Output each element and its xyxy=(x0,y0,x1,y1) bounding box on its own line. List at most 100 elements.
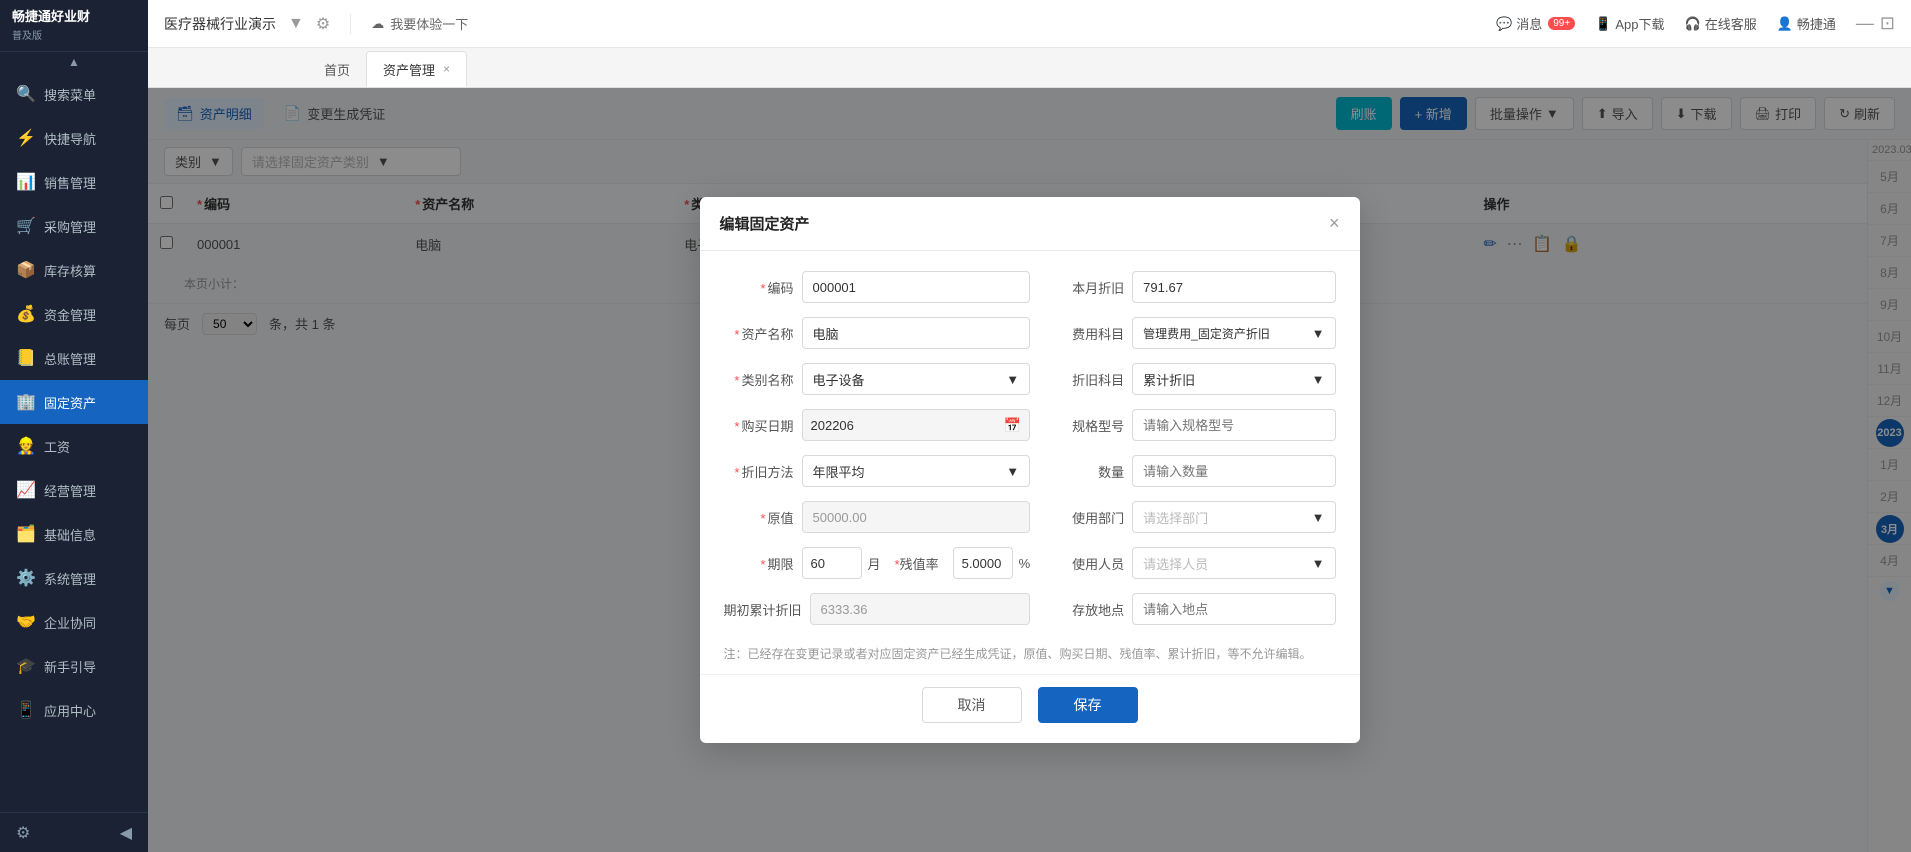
headset-icon: 🎧 xyxy=(1685,16,1701,32)
sidebar-item-quick-nav[interactable]: ⚡ 快捷导航 xyxy=(0,116,148,160)
modal-left-col: *编码 *资产名称 *类别名称 电子设备 xyxy=(724,271,1031,625)
sidebar-item-operations[interactable]: 📈 经营管理 xyxy=(0,468,148,512)
topbar-right: 💬 消息 99+ 📱 App下载 🎧 在线客服 👤 畅捷通 — ⊡ xyxy=(1496,13,1895,34)
user-label: 使用人员 xyxy=(1054,554,1124,573)
form-row-code: *编码 xyxy=(724,271,1031,303)
form-row-original-value: *原值 xyxy=(724,501,1031,533)
calendar-icon[interactable]: 📅 xyxy=(1004,417,1021,434)
code-input[interactable] xyxy=(802,271,1031,303)
window-controls: — ⊡ xyxy=(1856,13,1895,34)
sidebar-item-payroll[interactable]: 👷 工资 xyxy=(0,424,148,468)
sidebar-item-purchase[interactable]: 🛒 采购管理 xyxy=(0,204,148,248)
modal-header: 编辑固定资产 × xyxy=(700,197,1360,251)
form-row-category: *类别名称 电子设备 ▼ xyxy=(724,363,1031,395)
search-icon: 🔍 xyxy=(16,84,36,104)
purchase-date-input[interactable]: 📅 xyxy=(802,409,1031,441)
expense-subject-arrow: ▼ xyxy=(1312,326,1325,341)
name-input[interactable] xyxy=(802,317,1031,349)
company-dropdown-icon[interactable]: ▼ xyxy=(288,15,304,33)
dep-method-arrow: ▼ xyxy=(1006,464,1019,479)
dept-label: 使用部门 xyxy=(1054,508,1124,527)
purchase-icon: 🛒 xyxy=(16,216,36,236)
period-group: 月 xyxy=(802,547,881,579)
user-avatar[interactable]: 👤 畅捷通 xyxy=(1777,14,1836,33)
sidebar-item-search[interactable]: 🔍 搜索菜单 xyxy=(0,72,148,116)
form-row-location: 存放地点 xyxy=(1054,593,1335,625)
phone-icon: 📱 xyxy=(1595,16,1611,32)
dep-subject-select[interactable]: 累计折旧 ▼ xyxy=(1132,363,1335,395)
trial-btn[interactable]: ☁ 我要体验一下 xyxy=(371,14,468,33)
form-row-purchase-date: *购买日期 📅 xyxy=(724,409,1031,441)
expense-subject-select[interactable]: 管理费用_固定资产折旧 ▼ xyxy=(1132,317,1335,349)
category-select-arrow: ▼ xyxy=(1006,372,1019,387)
message-icon: 💬 xyxy=(1496,16,1512,32)
quantity-input[interactable] xyxy=(1132,455,1335,487)
sidebar-nav: 🔍 搜索菜单 ⚡ 快捷导航 📊 销售管理 🛒 采购管理 📦 库存核算 💰 资金管… xyxy=(0,72,148,812)
save-button[interactable]: 保存 xyxy=(1038,687,1138,723)
dep-method-label: *折旧方法 xyxy=(724,462,794,481)
online-service-btn[interactable]: 🎧 在线客服 xyxy=(1685,14,1757,33)
residual-rate-group: % xyxy=(953,547,1031,579)
company-title: 医疗器械行业演示 xyxy=(164,14,276,34)
modal-right-col: 本月折旧 费用科目 管理费用_固定资产折旧 ▼ xyxy=(1054,271,1335,625)
tab-home[interactable]: 首页 xyxy=(308,51,366,87)
topbar-left: 医疗器械行业演示 ▼ ⚙ ☁ 我要体验一下 xyxy=(164,14,468,34)
form-row-spec-model: 规格型号 xyxy=(1054,409,1335,441)
sidebar-scroll-up[interactable]: ▲ xyxy=(0,52,148,72)
monthly-dep-input[interactable] xyxy=(1132,271,1335,303)
app-version: 普及版 xyxy=(12,27,90,42)
sidebar-item-apps[interactable]: 📱 应用中心 xyxy=(0,688,148,732)
minimize-icon[interactable]: — xyxy=(1856,13,1874,34)
dept-select[interactable]: 请选择部门 ▼ xyxy=(1132,501,1335,533)
ledger-icon: 📒 xyxy=(16,348,36,368)
sidebar-item-finance[interactable]: 💰 资金管理 xyxy=(0,292,148,336)
modal-body: *编码 *资产名称 *类别名称 电子设备 xyxy=(700,251,1360,645)
guide-icon: 🎓 xyxy=(16,656,36,676)
sidebar-item-basic-info[interactable]: 🗂️ 基础信息 xyxy=(0,512,148,556)
period-input[interactable] xyxy=(802,547,862,579)
maximize-icon[interactable]: ⊡ xyxy=(1880,13,1895,34)
messages-btn[interactable]: 💬 消息 99+ xyxy=(1496,14,1575,33)
tab-asset-management[interactable]: 资产管理 × xyxy=(366,51,467,87)
app-download-btn[interactable]: 📱 App下载 xyxy=(1595,14,1664,33)
sidebar-footer: ⚙ ◀ xyxy=(0,812,148,852)
tab-close-icon[interactable]: × xyxy=(443,62,450,76)
initial-dep-input[interactable] xyxy=(810,593,1031,625)
form-row-dep-subject: 折旧科目 累计折旧 ▼ xyxy=(1054,363,1335,395)
modal-footer: 取消 保存 xyxy=(700,674,1360,743)
fixed-assets-icon: 🏢 xyxy=(16,392,36,412)
sidebar-item-inventory[interactable]: 📦 库存核算 xyxy=(0,248,148,292)
period-label: *期限 xyxy=(724,554,794,573)
location-label: 存放地点 xyxy=(1054,600,1124,619)
modal-overlay: 编辑固定资产 × *编码 *资产名称 xyxy=(148,88,1911,852)
collapse-icon[interactable]: ◀ xyxy=(120,823,132,843)
spec-model-input[interactable] xyxy=(1132,409,1335,441)
payroll-icon: 👷 xyxy=(16,436,36,456)
dep-method-select[interactable]: 年限平均 ▼ xyxy=(802,455,1031,487)
category-select-field[interactable]: 电子设备 ▼ xyxy=(802,363,1031,395)
residual-rate-input[interactable] xyxy=(953,547,1013,579)
residual-rate-label: *残值率 xyxy=(895,554,939,573)
form-row-name: *资产名称 xyxy=(724,317,1031,349)
settings-icon[interactable]: ⚙ xyxy=(16,823,30,843)
sidebar-item-fixed-assets[interactable]: 🏢 固定资产 xyxy=(0,380,148,424)
original-value-input[interactable] xyxy=(802,501,1031,533)
cancel-button[interactable]: 取消 xyxy=(922,687,1022,723)
location-input[interactable] xyxy=(1132,593,1335,625)
modal-close-btn[interactable]: × xyxy=(1329,213,1340,234)
modal-title: 编辑固定资产 xyxy=(720,213,810,234)
sidebar-item-system[interactable]: ⚙️ 系统管理 xyxy=(0,556,148,600)
spec-model-label: 规格型号 xyxy=(1054,416,1124,435)
operations-icon: 📈 xyxy=(16,480,36,500)
sidebar-item-guide[interactable]: 🎓 新手引导 xyxy=(0,644,148,688)
sidebar-item-ledger[interactable]: 📒 总账管理 xyxy=(0,336,148,380)
sidebar-item-enterprise[interactable]: 🤝 企业协同 xyxy=(0,600,148,644)
form-row-dep-method: *折旧方法 年限平均 ▼ xyxy=(724,455,1031,487)
settings-gear-icon[interactable]: ⚙ xyxy=(316,14,330,34)
topbar: 医疗器械行业演示 ▼ ⚙ ☁ 我要体验一下 💬 消息 99+ 📱 App下载 🎧… xyxy=(148,0,1911,48)
sidebar-item-sales[interactable]: 📊 销售管理 xyxy=(0,160,148,204)
initial-dep-label: 期初累计折旧 xyxy=(724,600,802,619)
purchase-date-text[interactable] xyxy=(811,418,1004,433)
subpage-area: 🗃 资产明细 📄 变更生成凭证 刷账 + 新增 批量操作 ▼ ⬆ xyxy=(148,88,1911,852)
user-select[interactable]: 请选择人员 ▼ xyxy=(1132,547,1335,579)
